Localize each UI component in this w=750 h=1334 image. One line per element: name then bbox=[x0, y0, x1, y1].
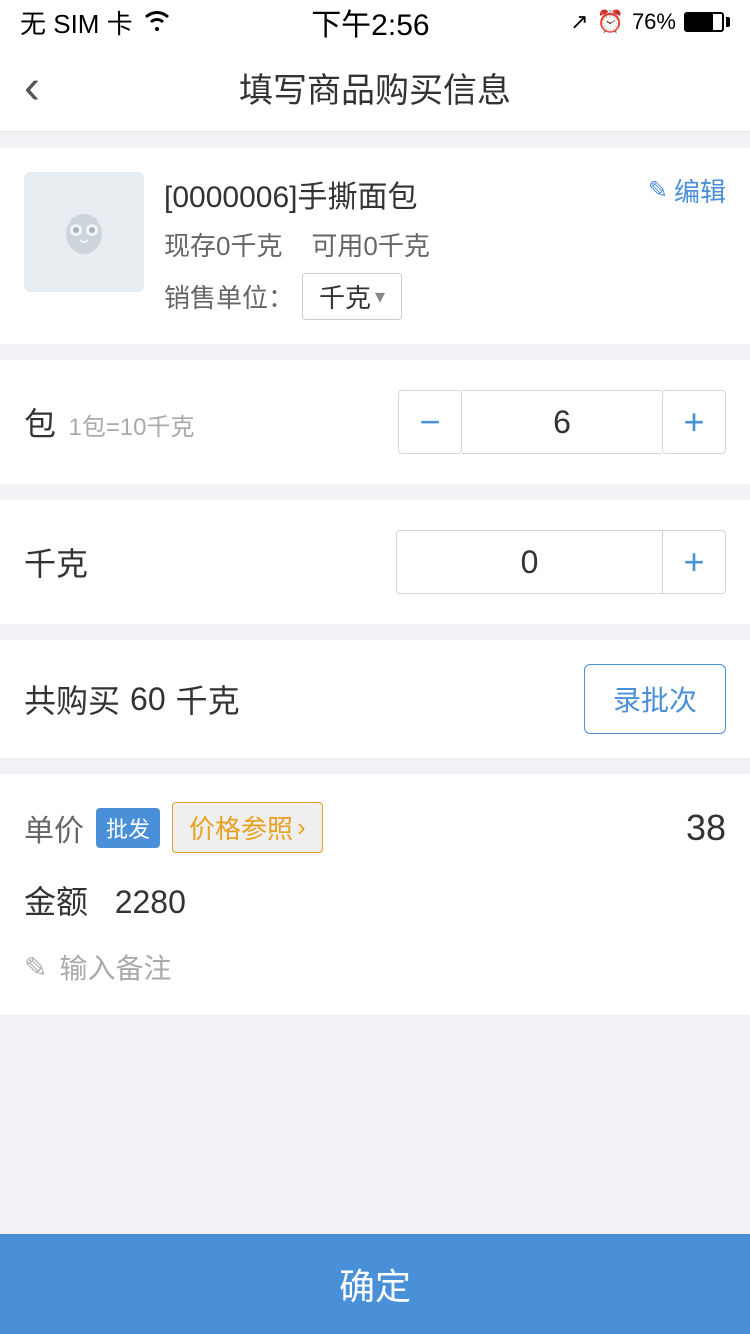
page-title: 填写商品购买信息 bbox=[239, 63, 511, 112]
chevron-right-icon: › bbox=[297, 812, 306, 843]
record-batch-button[interactable]: 录批次 bbox=[584, 664, 726, 734]
product-info: [0000006]手撕面包 现存0千克 可用0千克 销售单位： 千克 ▾ bbox=[164, 172, 726, 320]
price-value: 38 bbox=[686, 807, 726, 849]
nav-bar: ‹ 填写商品购买信息 bbox=[0, 44, 750, 132]
price-section: 单价 批发 价格参照 › 38 金额 2280 ✎ 输入备注 bbox=[0, 774, 750, 1015]
amount-row: 金额 2280 bbox=[24, 877, 726, 923]
kg-row: 千克 + bbox=[24, 500, 726, 624]
status-left: 无 SIM 卡 bbox=[20, 4, 171, 41]
total-text: 共购买 60 千克 bbox=[24, 676, 240, 722]
alarm-icon: ⏰ bbox=[597, 9, 624, 35]
total-section: 共购买 60 千克 录批次 bbox=[0, 640, 750, 758]
package-label: 包 1包=10千克 bbox=[24, 399, 195, 445]
confirm-bar[interactable]: 确定 bbox=[0, 1234, 750, 1334]
total-amount: 60 bbox=[130, 681, 166, 718]
confirm-label: 确定 bbox=[339, 1258, 411, 1310]
chevron-down-icon: ▾ bbox=[375, 284, 385, 309]
kg-section: 千克 + bbox=[0, 500, 750, 624]
status-bar: 无 SIM 卡 下午2:56 ↗ ⏰ 76% bbox=[0, 0, 750, 44]
package-section: 包 1包=10千克 − + bbox=[0, 360, 750, 484]
decrement-package-button[interactable]: − bbox=[398, 390, 462, 454]
edit-icon: ✎ bbox=[648, 176, 668, 205]
location-icon: ↗ bbox=[570, 9, 588, 35]
quantity-control-package: − + bbox=[398, 390, 726, 454]
status-right: ↗ ⏰ 76% bbox=[570, 9, 730, 35]
package-quantity-input[interactable] bbox=[462, 390, 662, 454]
unit-select[interactable]: 千克 ▾ bbox=[302, 273, 402, 320]
product-card: [0000006]手撕面包 现存0千克 可用0千克 销售单位： 千克 ▾ ✎ 编… bbox=[0, 148, 750, 344]
kg-quantity-input[interactable] bbox=[396, 530, 662, 594]
product-stock: 现存0千克 可用0千克 bbox=[164, 226, 726, 263]
battery-percent: 76% bbox=[632, 9, 676, 35]
product-unit: 销售单位： 千克 ▾ bbox=[164, 273, 726, 320]
price-reference-button[interactable]: 价格参照 › bbox=[172, 802, 323, 853]
increment-kg-button[interactable]: + bbox=[662, 530, 726, 594]
package-row: 包 1包=10千克 − + bbox=[24, 360, 726, 484]
increment-package-button[interactable]: + bbox=[662, 390, 726, 454]
kg-label: 千克 bbox=[24, 539, 88, 585]
amount-value: 2280 bbox=[115, 884, 186, 920]
empty-area bbox=[0, 1015, 750, 1234]
wifi-icon bbox=[143, 7, 171, 38]
carrier-text: 无 SIM 卡 bbox=[20, 4, 133, 41]
edit-button[interactable]: ✎ 编辑 bbox=[648, 172, 726, 209]
note-row[interactable]: ✎ 输入备注 bbox=[24, 947, 726, 987]
quantity-control-kg: + bbox=[396, 530, 726, 594]
wholesale-badge: 批发 bbox=[96, 808, 160, 848]
pencil-icon: ✎ bbox=[24, 951, 47, 984]
product-image bbox=[24, 172, 144, 292]
status-time: 下午2:56 bbox=[311, 0, 429, 44]
product-name: [0000006]手撕面包 bbox=[164, 172, 726, 216]
price-label: 单价 批发 价格参照 › bbox=[24, 802, 323, 853]
back-button[interactable]: ‹ bbox=[24, 60, 40, 115]
battery-icon bbox=[684, 12, 730, 32]
price-row: 单价 批发 价格参照 › 38 bbox=[24, 802, 726, 853]
